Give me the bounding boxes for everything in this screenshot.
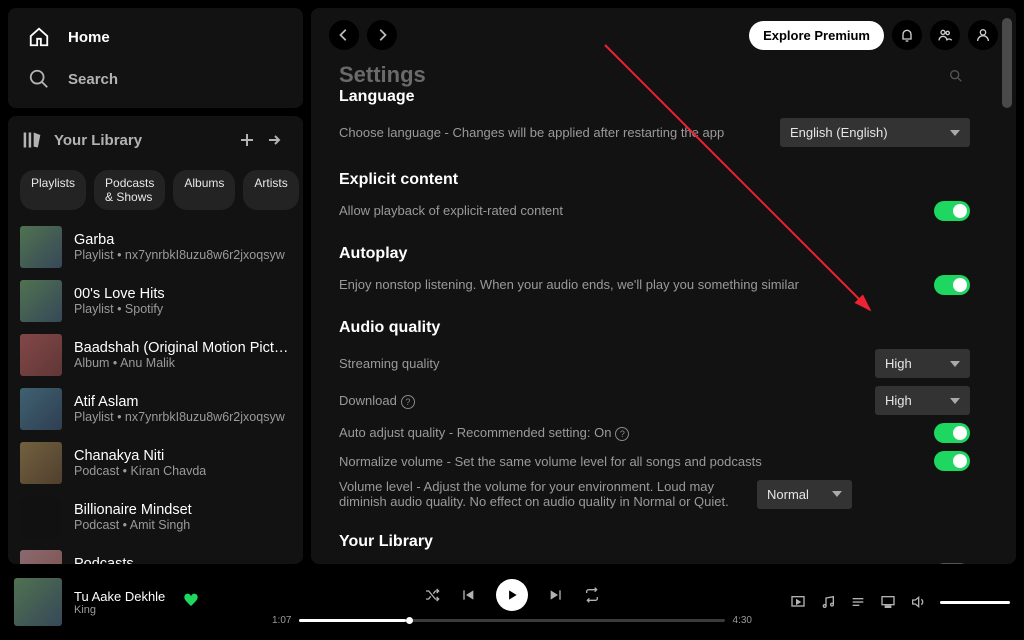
help-icon[interactable]: ? — [615, 427, 629, 441]
next-button[interactable] — [548, 587, 564, 603]
show-more-button[interactable] — [261, 126, 289, 154]
home-icon — [28, 26, 50, 48]
lyrics-button[interactable] — [820, 594, 836, 610]
explore-premium-button[interactable]: Explore Premium — [749, 21, 884, 50]
section-language: Language — [339, 88, 970, 106]
thumbnail — [20, 334, 62, 376]
time-total: 4:30 — [733, 615, 752, 626]
list-item[interactable]: Billionaire MindsetPodcast • Amit Singh — [8, 490, 303, 544]
list-item[interactable]: Chanakya NitiPodcast • Kiran Chavda — [8, 436, 303, 490]
chip-podcasts[interactable]: Podcasts & Shows — [94, 170, 165, 210]
normalize-label: Normalize volume - Set the same volume l… — [339, 454, 916, 469]
streaming-quality-select[interactable]: High — [875, 349, 970, 378]
list-item[interactable]: Atif AslamPlaylist • nx7ynrbkI8uzu8w6r2j… — [8, 382, 303, 436]
auto-adjust-label: Auto adjust quality - Recommended settin… — [339, 425, 916, 441]
shuffle-button[interactable] — [424, 587, 440, 603]
nav-back-button[interactable] — [329, 20, 359, 50]
progress-bar[interactable] — [299, 619, 724, 622]
section-explicit: Explicit content — [339, 171, 970, 189]
page-title: Settings — [339, 62, 426, 88]
auto-adjust-toggle[interactable] — [934, 423, 970, 443]
friends-button[interactable] — [930, 20, 960, 50]
search-icon — [28, 68, 50, 90]
nav-home[interactable]: Home — [8, 16, 303, 58]
library-title[interactable]: Your Library — [54, 132, 142, 149]
section-your-library: Your Library — [339, 533, 970, 551]
nav-search-label: Search — [68, 71, 118, 88]
normalize-toggle[interactable] — [934, 451, 970, 471]
explicit-desc: Allow playback of explicit-rated content — [339, 201, 916, 221]
local-files-toggle[interactable] — [934, 563, 970, 564]
library-list[interactable]: GarbaPlaylist • nx7ynrbkI8uzu8w6r2jxoqsy… — [8, 220, 303, 564]
chip-playlists[interactable]: Playlists — [20, 170, 86, 210]
download-quality-label: Download? — [339, 393, 857, 409]
thumbnail — [20, 388, 62, 430]
thumbnail — [20, 550, 62, 564]
streaming-quality-label: Streaming quality — [339, 356, 857, 371]
connect-device-button[interactable] — [880, 594, 896, 610]
thumbnail — [20, 280, 62, 322]
nav-home-label: Home — [68, 29, 110, 46]
now-playing-art[interactable] — [14, 578, 62, 626]
explicit-toggle[interactable] — [934, 201, 970, 221]
repeat-button[interactable] — [584, 587, 600, 603]
time-elapsed: 1:07 — [272, 615, 291, 626]
search-icon[interactable] — [948, 68, 964, 89]
chip-artists[interactable]: Artists — [243, 170, 298, 210]
list-item[interactable]: Baadshah (Original Motion Picture Soundt… — [8, 328, 303, 382]
autoplay-toggle[interactable] — [934, 275, 970, 295]
now-playing-artist[interactable]: King — [74, 604, 165, 616]
download-quality-select[interactable]: High — [875, 386, 970, 415]
section-autoplay: Autoplay — [339, 245, 970, 263]
volume-level-select[interactable]: Normal — [757, 480, 852, 509]
autoplay-desc: Enjoy nonstop listening. When your audio… — [339, 275, 916, 295]
scrollbar[interactable] — [1002, 18, 1012, 554]
volume-button[interactable] — [910, 594, 926, 610]
play-button[interactable] — [496, 579, 528, 611]
list-item[interactable]: PodcastsPlaylist • nx7ynrbkI8uzu8w6r2jxo… — [8, 544, 303, 564]
list-item[interactable]: 00's Love HitsPlaylist • Spotify — [8, 274, 303, 328]
volume-level-label: Volume level - Adjust the volume for you… — [339, 479, 739, 509]
thumbnail — [20, 226, 62, 268]
volume-slider[interactable] — [940, 601, 1010, 604]
now-playing-track[interactable]: Tu Aake Dekhle — [74, 589, 165, 604]
language-select[interactable]: English (English) — [780, 118, 970, 147]
thumbnail — [20, 496, 62, 538]
previous-button[interactable] — [460, 587, 476, 603]
profile-button[interactable] — [968, 20, 998, 50]
library-icon — [22, 130, 42, 150]
create-playlist-button[interactable] — [233, 126, 261, 154]
chip-albums[interactable]: Albums — [173, 170, 235, 210]
like-button[interactable] — [183, 592, 199, 613]
thumbnail — [20, 442, 62, 484]
nav-forward-button[interactable] — [367, 20, 397, 50]
now-playing-view-button[interactable] — [790, 594, 806, 610]
section-audio-quality: Audio quality — [339, 319, 970, 337]
nav-search[interactable]: Search — [8, 58, 303, 100]
help-icon[interactable]: ? — [401, 395, 415, 409]
language-desc: Choose language - Changes will be applie… — [339, 123, 762, 143]
notifications-button[interactable] — [892, 20, 922, 50]
list-item[interactable]: GarbaPlaylist • nx7ynrbkI8uzu8w6r2jxoqsy… — [8, 220, 303, 274]
queue-button[interactable] — [850, 594, 866, 610]
